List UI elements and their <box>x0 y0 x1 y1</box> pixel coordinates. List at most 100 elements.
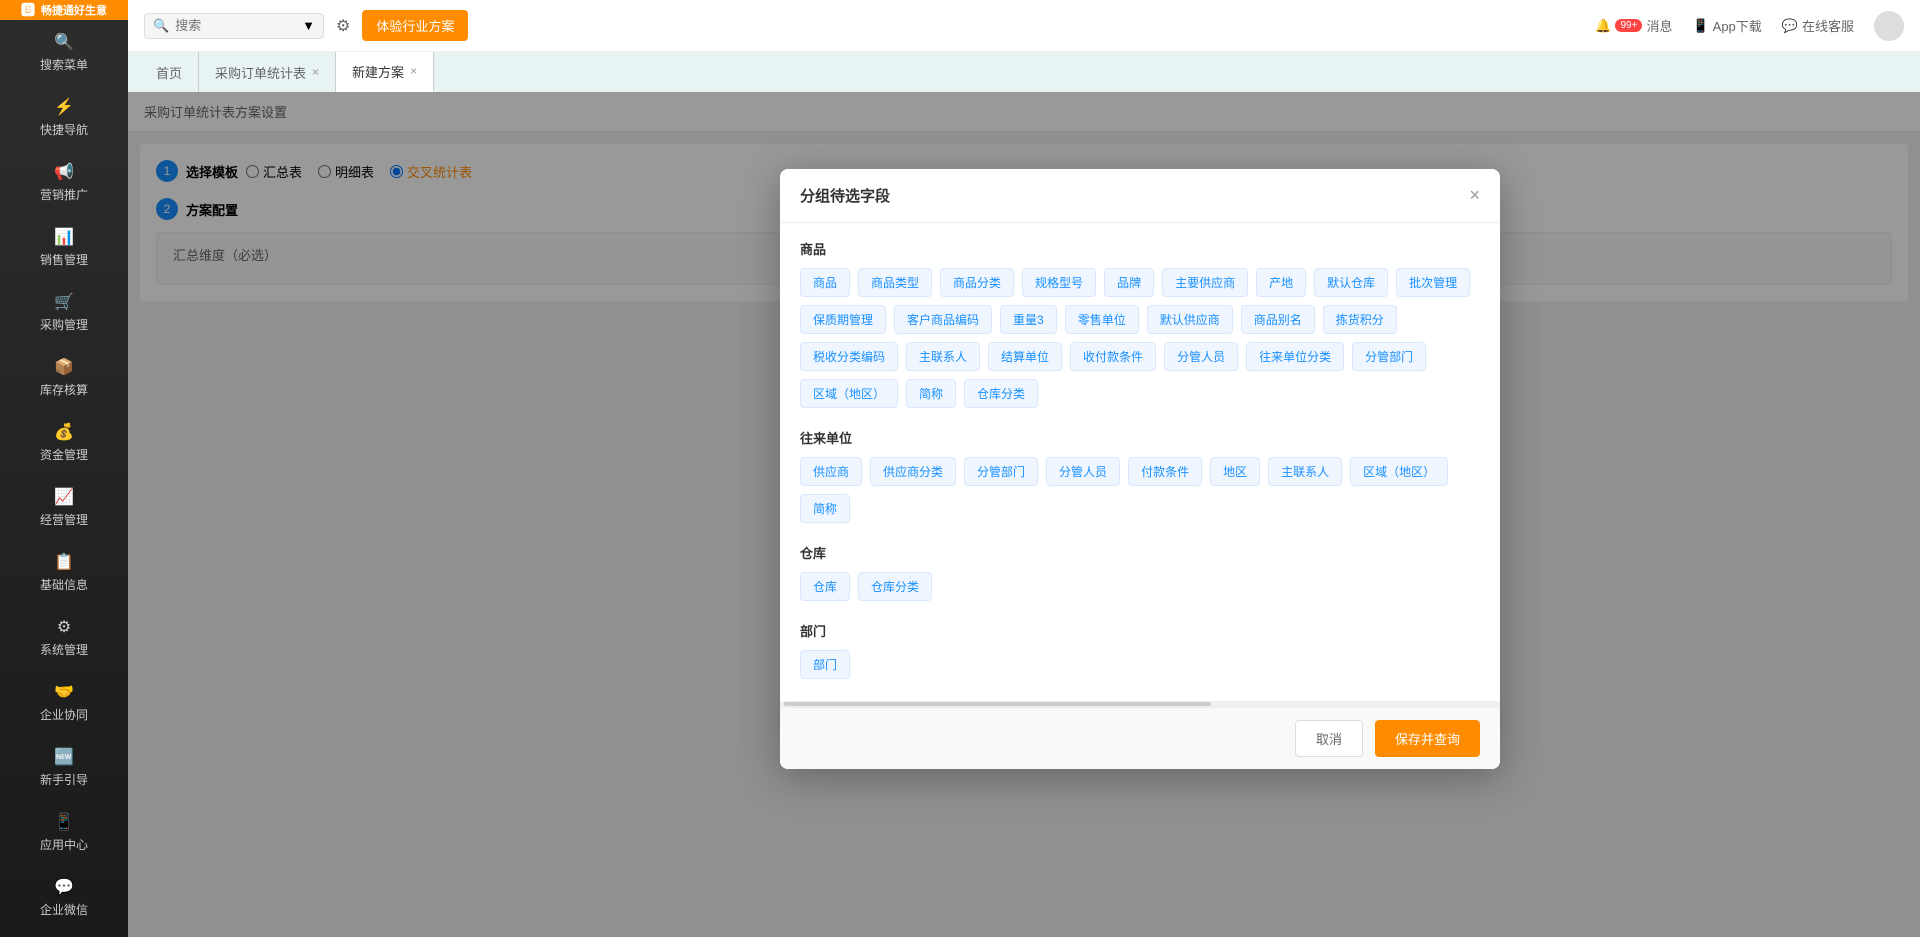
section-title-warehouse: 仓库 <box>800 543 1480 562</box>
dialog-body[interactable]: 商品商品商品类型商品分类规格型号品牌主要供应商产地默认仓库批次管理保质期管理客户… <box>780 223 1500 701</box>
field-tag-供应商分类[interactable]: 供应商分类 <box>870 457 956 486</box>
dialog-title: 分组待选字段 <box>800 185 890 206</box>
sidebar-item-sales[interactable]: 📊销售管理 <box>0 215 128 280</box>
field-tag-主联系人[interactable]: 主联系人 <box>906 342 980 371</box>
operations-icon: 📈 <box>54 487 74 507</box>
cooperation-icon: 🤝 <box>54 682 74 702</box>
search-icon: 🔍 <box>153 18 169 34</box>
field-tag-产地[interactable]: 产地 <box>1256 268 1306 297</box>
online-support-label: 在线客服 <box>1802 16 1854 35</box>
sidebar-item-operations[interactable]: 📈 经营管理 <box>0 475 128 540</box>
field-tag-商品类型[interactable]: 商品类型 <box>858 268 932 297</box>
tab-home[interactable]: 首页 <box>140 52 199 92</box>
app-download-label: App下载 <box>1713 16 1762 35</box>
field-tag-地区[interactable]: 地区 <box>1210 457 1260 486</box>
tab-new-plan[interactable]: 新建方案 × <box>336 52 434 92</box>
sidebar-item-cooperation[interactable]: 🤝 企业协同 <box>0 670 128 735</box>
quick-nav-icon: ⚡ <box>54 97 74 117</box>
notification-btn[interactable]: 🔔 99+ 消息 <box>1595 16 1672 35</box>
field-tag-仓库[interactable]: 仓库 <box>800 572 850 601</box>
app-center-icon: 📱 <box>54 812 74 832</box>
trial-btn[interactable]: 体验行业方案 <box>362 10 468 41</box>
sidebar-item-newbie[interactable]: 🆕新手引导 <box>0 735 128 800</box>
logo-icon: 🅱 <box>21 0 35 20</box>
sidebar-item-app-center[interactable]: 📱应用中心 <box>0 800 128 865</box>
sidebar-item-basic-info[interactable]: 📋基础信息 <box>0 540 128 605</box>
section-warehouse: 仓库仓库仓库分类 <box>800 543 1480 601</box>
section-counterpart: 往来单位供应商供应商分类分管部门分管人员付款条件地区主联系人区域（地区）简称 <box>800 428 1480 523</box>
field-tag-收付款条件[interactable]: 收付款条件 <box>1070 342 1156 371</box>
tab-label-home: 首页 <box>156 63 182 82</box>
field-tag-客户商品编码[interactable]: 客户商品编码 <box>894 305 992 334</box>
user-avatar[interactable] <box>1874 11 1904 41</box>
search-bar[interactable]: 🔍 ▼ <box>144 13 324 39</box>
field-tag-往来单位分类[interactable]: 往来单位分类 <box>1246 342 1344 371</box>
enterprise-wechat-icon: 💬 <box>54 877 74 897</box>
field-tag-商品[interactable]: 商品 <box>800 268 850 297</box>
field-tag-结算单位[interactable]: 结算单位 <box>988 342 1062 371</box>
field-tag-部门[interactable]: 部门 <box>800 650 850 679</box>
search-input[interactable] <box>175 18 296 33</box>
field-tag-商品别名[interactable]: 商品别名 <box>1241 305 1315 334</box>
finance-icon: 💰 <box>54 422 74 442</box>
field-tag-主联系人[interactable]: 主联系人 <box>1268 457 1342 486</box>
support-icon: 💬 <box>1782 18 1798 34</box>
notification-badge: 99+ <box>1615 19 1642 32</box>
confirm-button[interactable]: 保存并查询 <box>1375 720 1480 757</box>
cancel-button[interactable]: 取消 <box>1295 720 1363 757</box>
field-tag-仓库分类[interactable]: 仓库分类 <box>964 379 1038 408</box>
field-tag-规格型号[interactable]: 规格型号 <box>1022 268 1096 297</box>
sidebar-item-enterprise-wechat[interactable]: 💬企业微信 <box>0 865 128 930</box>
online-support-btn[interactable]: 💬 在线客服 <box>1782 16 1854 35</box>
sidebar-item-inventory[interactable]: 📦库存核算 <box>0 345 128 410</box>
field-tag-默认仓库[interactable]: 默认仓库 <box>1314 268 1388 297</box>
sidebar-item-system[interactable]: ⚙系统管理 <box>0 605 128 670</box>
dropdown-icon: ▼ <box>302 18 315 33</box>
sidebar-label-sales: 销售管理 <box>40 251 88 268</box>
tab-close-new-plan[interactable]: × <box>410 64 417 78</box>
system-icon: ⚙ <box>57 617 71 637</box>
field-tag-品牌[interactable]: 品牌 <box>1104 268 1154 297</box>
field-tag-分管部门[interactable]: 分管部门 <box>964 457 1038 486</box>
field-tag-区域（地区）[interactable]: 区域（地区） <box>1350 457 1448 486</box>
sidebar-item-finance[interactable]: 💰 资金管理 <box>0 410 128 475</box>
sidebar-item-member[interactable]: 🎯畅会员 <box>0 930 128 937</box>
gear-icon[interactable]: ⚙ <box>336 16 350 36</box>
field-tag-付款条件[interactable]: 付款条件 <box>1128 457 1202 486</box>
field-tag-分管人员[interactable]: 分管人员 <box>1046 457 1120 486</box>
tab-purchase-stats[interactable]: 采购订单统计表× <box>199 52 336 92</box>
field-tag-保质期管理[interactable]: 保质期管理 <box>800 305 886 334</box>
sidebar-item-search[interactable]: 🔍搜索菜单 <box>0 20 128 85</box>
field-tag-税收分类编码[interactable]: 税收分类编码 <box>800 342 898 371</box>
field-select-dialog: 分组待选字段 × 商品商品商品类型商品分类规格型号品牌主要供应商产地默认仓库批次… <box>780 169 1500 769</box>
field-tag-商品分类[interactable]: 商品分类 <box>940 268 1014 297</box>
field-tag-拣货积分[interactable]: 拣货积分 <box>1323 305 1397 334</box>
field-tag-默认供应商[interactable]: 默认供应商 <box>1147 305 1233 334</box>
sidebar-label-finance: 资金管理 <box>40 446 88 463</box>
sidebar-item-quick-nav[interactable]: ⚡快捷导航 <box>0 85 128 150</box>
field-tag-简称[interactable]: 简称 <box>800 494 850 523</box>
tab-label-new-plan: 新建方案 <box>352 62 404 81</box>
tab-close-purchase-stats[interactable]: × <box>312 65 319 79</box>
field-tag-重量3[interactable]: 重量3 <box>1000 305 1057 334</box>
field-tag-分管部门[interactable]: 分管部门 <box>1352 342 1426 371</box>
field-tag-零售单位[interactable]: 零售单位 <box>1065 305 1139 334</box>
field-tag-主要供应商[interactable]: 主要供应商 <box>1162 268 1248 297</box>
sidebar-label-purchase: 采购管理 <box>40 316 88 333</box>
dialog-close-btn[interactable]: × <box>1469 185 1480 206</box>
field-tags-counterpart: 供应商供应商分类分管部门分管人员付款条件地区主联系人区域（地区） 简称 <box>800 457 1480 523</box>
app-download-btn[interactable]: 📱 App下载 <box>1692 16 1761 35</box>
sidebar-label-cooperation: 企业协同 <box>40 706 88 723</box>
purchase-icon: 🛒 <box>54 292 74 312</box>
field-tag-分管人员[interactable]: 分管人员 <box>1164 342 1238 371</box>
field-tag-批次管理[interactable]: 批次管理 <box>1396 268 1470 297</box>
section-title-goods: 商品 <box>800 239 1480 258</box>
sidebar-item-purchase[interactable]: 🛒 采购管理 <box>0 280 128 345</box>
field-tag-供应商[interactable]: 供应商 <box>800 457 862 486</box>
field-tag-简称[interactable]: 简称 <box>906 379 956 408</box>
sidebar-item-marketing[interactable]: 📢营销推广 <box>0 150 128 215</box>
hscroll-thumb <box>784 702 1211 706</box>
sidebar-label-operations: 经营管理 <box>40 511 88 528</box>
field-tag-区域（地区）[interactable]: 区域（地区） <box>800 379 898 408</box>
field-tag-仓库分类[interactable]: 仓库分类 <box>858 572 932 601</box>
